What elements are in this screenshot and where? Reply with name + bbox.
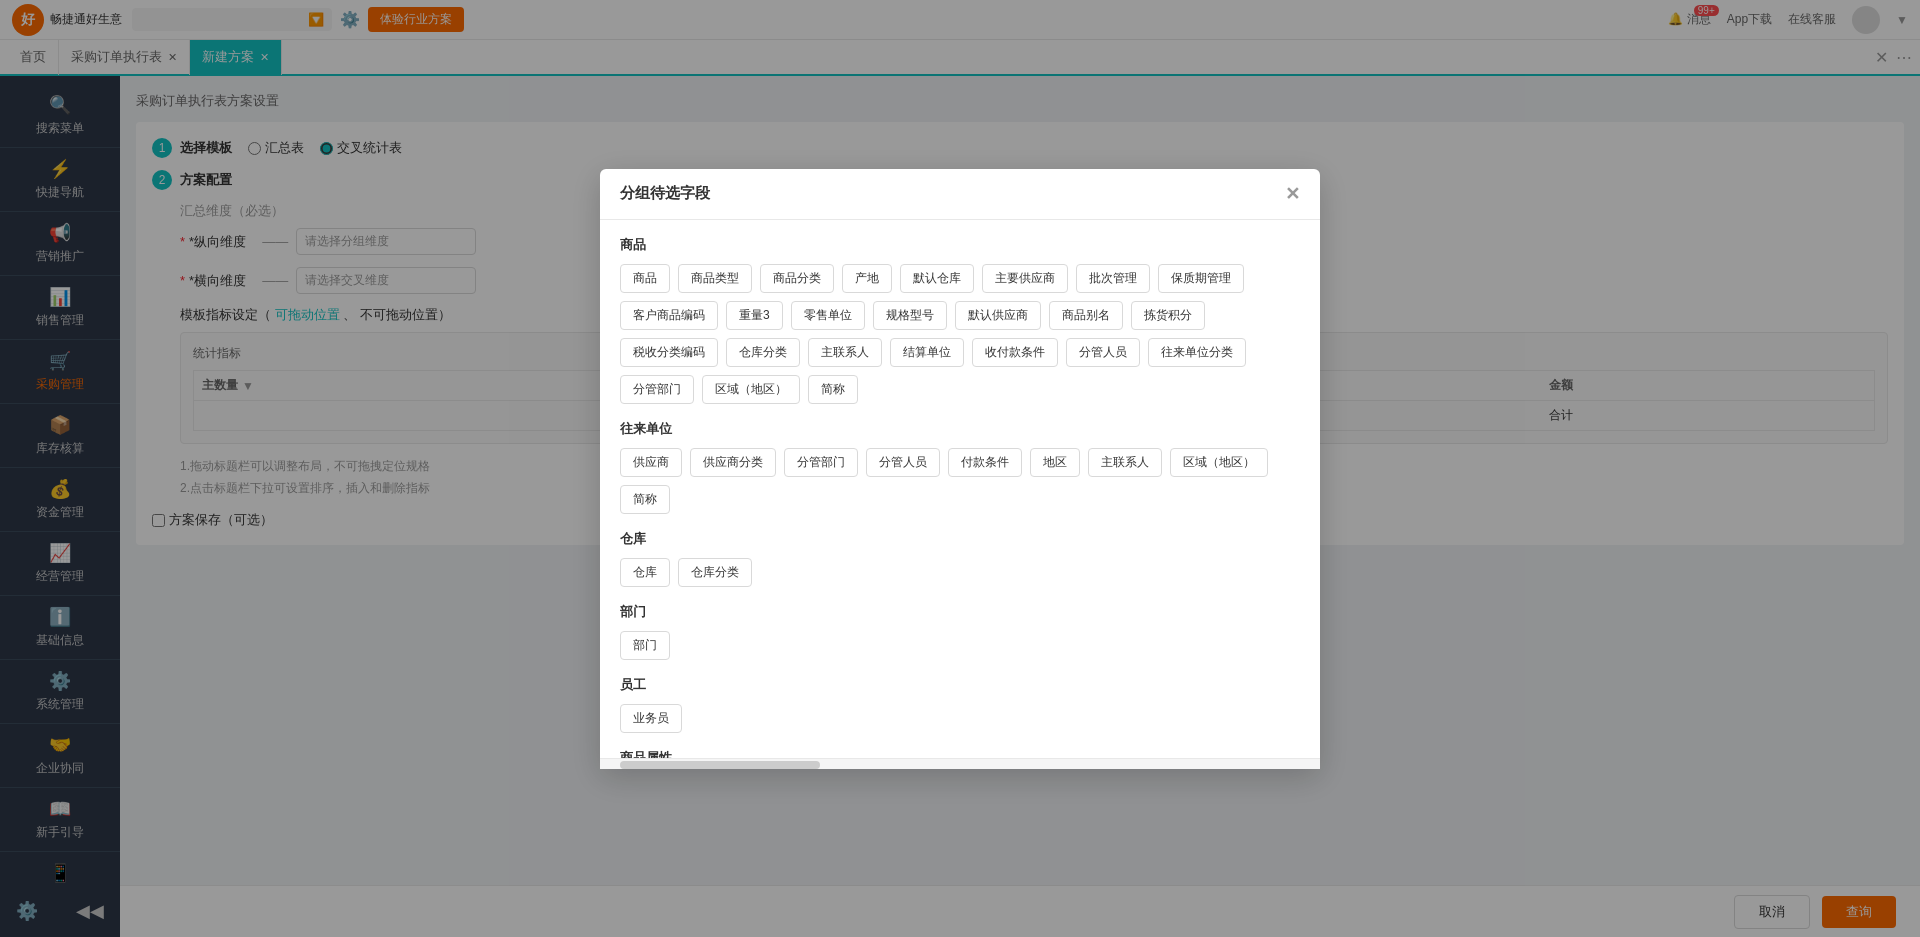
tag-partner-0[interactable]: 供应商 [620,448,682,477]
tag-partner-8[interactable]: 简称 [620,485,670,514]
modal-hscrollbar[interactable] [600,758,1320,768]
tag-staff-0[interactable]: 业务员 [620,704,682,733]
section-title-warehouse: 仓库 [620,530,1300,548]
section-title-goods: 商品 [620,236,1300,254]
tag-goods-20[interactable]: 分管人员 [1066,338,1140,367]
tag-warehouse-1[interactable]: 仓库分类 [678,558,752,587]
tag-goods-7[interactable]: 保质期管理 [1158,264,1244,293]
modal-hscrollbar-thumb [620,761,820,768]
tag-partner-5[interactable]: 地区 [1030,448,1080,477]
section-title-dept: 部门 [620,603,1300,621]
tag-goods-4[interactable]: 默认仓库 [900,264,974,293]
tag-goods-12[interactable]: 默认供应商 [955,301,1041,330]
tag-goods-3[interactable]: 产地 [842,264,892,293]
tag-grid-partner: 供应商 供应商分类 分管部门 分管人员 付款条件 地区 主联系人 区域（地区） … [620,448,1300,514]
tag-goods-2[interactable]: 商品分类 [760,264,834,293]
tag-goods-1[interactable]: 商品类型 [678,264,752,293]
tag-goods-15[interactable]: 税收分类编码 [620,338,718,367]
tag-partner-2[interactable]: 分管部门 [784,448,858,477]
tag-partner-7[interactable]: 区域（地区） [1170,448,1268,477]
tag-goods-8[interactable]: 客户商品编码 [620,301,718,330]
tag-goods-13[interactable]: 商品别名 [1049,301,1123,330]
tag-partner-3[interactable]: 分管人员 [866,448,940,477]
modal-header: 分组待选字段 ✕ [600,169,1320,220]
tag-goods-5[interactable]: 主要供应商 [982,264,1068,293]
section-title-attr: 商品属性 [620,749,1300,759]
modal-overlay: 分组待选字段 ✕ 商品 商品 商品类型 商品分类 产地 默认仓库 主要供应商 批… [0,0,1920,937]
tag-partner-4[interactable]: 付款条件 [948,448,1022,477]
tag-grid-staff: 业务员 [620,704,1300,733]
modal-close-icon[interactable]: ✕ [1285,183,1300,205]
tag-grid-warehouse: 仓库 仓库分类 [620,558,1300,587]
tag-goods-21[interactable]: 往来单位分类 [1148,338,1246,367]
tag-warehouse-0[interactable]: 仓库 [620,558,670,587]
tag-goods-9[interactable]: 重量3 [726,301,783,330]
tag-goods-17[interactable]: 主联系人 [808,338,882,367]
tag-goods-16[interactable]: 仓库分类 [726,338,800,367]
tag-goods-11[interactable]: 规格型号 [873,301,947,330]
tag-partner-1[interactable]: 供应商分类 [690,448,776,477]
modal-title: 分组待选字段 [620,184,710,203]
tag-partner-6[interactable]: 主联系人 [1088,448,1162,477]
section-title-partner: 往来单位 [620,420,1300,438]
tag-goods-22[interactable]: 分管部门 [620,375,694,404]
tag-goods-18[interactable]: 结算单位 [890,338,964,367]
tag-goods-14[interactable]: 拣货积分 [1131,301,1205,330]
modal: 分组待选字段 ✕ 商品 商品 商品类型 商品分类 产地 默认仓库 主要供应商 批… [600,169,1320,769]
tag-goods-6[interactable]: 批次管理 [1076,264,1150,293]
tag-goods-10[interactable]: 零售单位 [791,301,865,330]
tag-grid-goods: 商品 商品类型 商品分类 产地 默认仓库 主要供应商 批次管理 保质期管理 客户… [620,264,1300,404]
tag-goods-23[interactable]: 区域（地区） [702,375,800,404]
section-title-staff: 员工 [620,676,1300,694]
tag-goods-0[interactable]: 商品 [620,264,670,293]
modal-body: 商品 商品 商品类型 商品分类 产地 默认仓库 主要供应商 批次管理 保质期管理… [600,220,1320,759]
tag-goods-24[interactable]: 简称 [808,375,858,404]
tag-goods-19[interactable]: 收付款条件 [972,338,1058,367]
tag-dept-0[interactable]: 部门 [620,631,670,660]
tag-grid-dept: 部门 [620,631,1300,660]
